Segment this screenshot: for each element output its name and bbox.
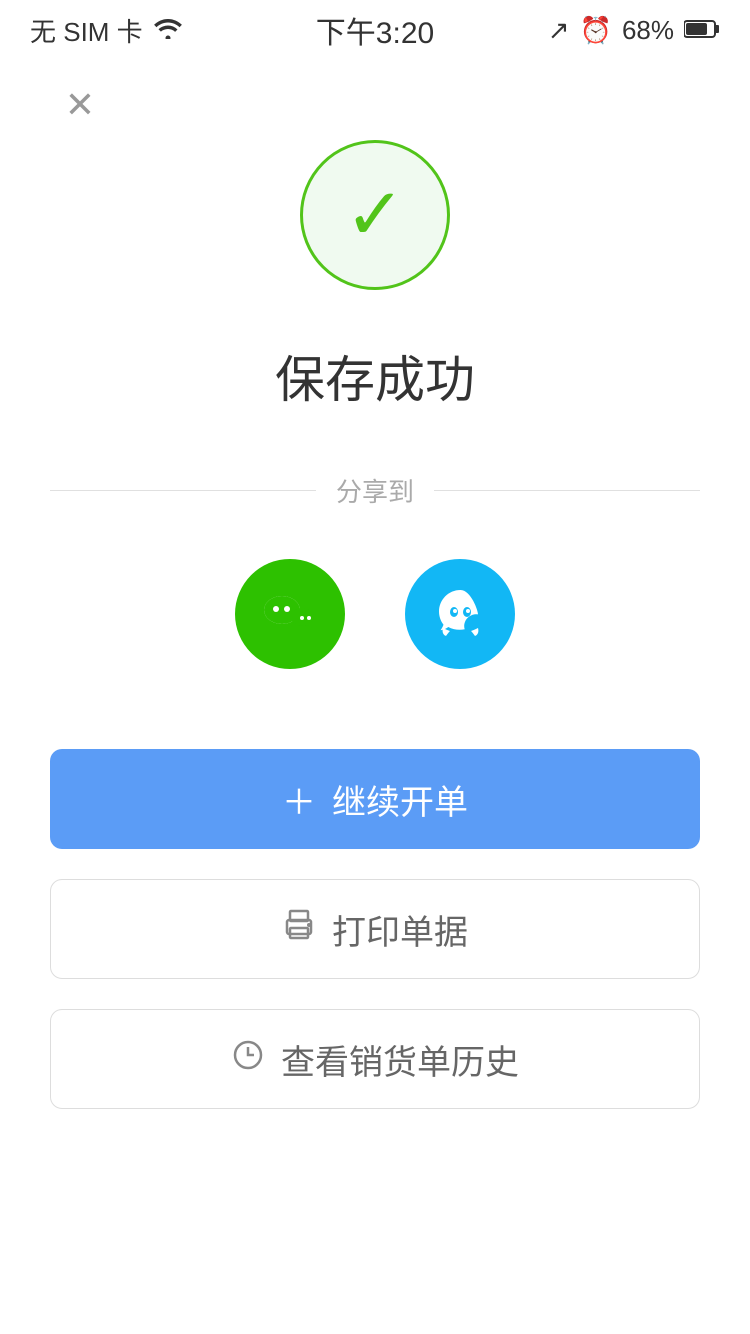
wechat-share-button[interactable] [235,559,345,669]
history-icon [231,1038,265,1081]
plus-icon: ＋ [282,775,316,824]
history-button[interactable]: 查看销货单历史 [50,1009,700,1109]
close-button[interactable]: ✕ [50,75,110,135]
button-section: ＋ 继续开单 打印单据 查看销货单历史 [0,749,750,1109]
share-divider: 分享到 [0,472,750,509]
status-bar: 无 SIM 卡 下午3:20 ↗ ⏰ 68% [0,0,750,60]
print-label: 打印单据 [332,905,468,954]
share-icons [235,559,515,669]
success-circle: ✓ [300,140,450,290]
continue-label: 继续开单 [332,775,468,824]
history-label: 查看销货单历史 [281,1035,519,1084]
battery-icon [684,15,720,46]
share-label: 分享到 [316,472,434,509]
print-icon [282,908,316,951]
status-left: 无 SIM 卡 [30,12,183,49]
divider-line-left [50,490,316,491]
status-time: 下午3:20 [316,8,434,52]
continue-button[interactable]: ＋ 继续开单 [50,749,700,849]
qq-icon [428,582,493,647]
qq-share-button[interactable] [405,559,515,669]
battery-percentage: 68% [622,15,674,46]
checkmark-icon: ✓ [345,179,405,251]
divider-line-right [434,490,700,491]
print-button[interactable]: 打印单据 [50,879,700,979]
success-title: 保存成功 [275,340,475,412]
status-right: ↗ ⏰ 68% [548,15,720,46]
main-content: ✓ 保存成功 分享到 [0,60,750,1109]
wechat-icon [258,582,323,647]
sim-label: 无 SIM 卡 [30,12,143,49]
location-icon: ↗ [548,15,570,46]
wifi-icon [153,15,183,46]
close-icon: ✕ [65,84,95,126]
alarm-icon: ⏰ [580,15,612,46]
